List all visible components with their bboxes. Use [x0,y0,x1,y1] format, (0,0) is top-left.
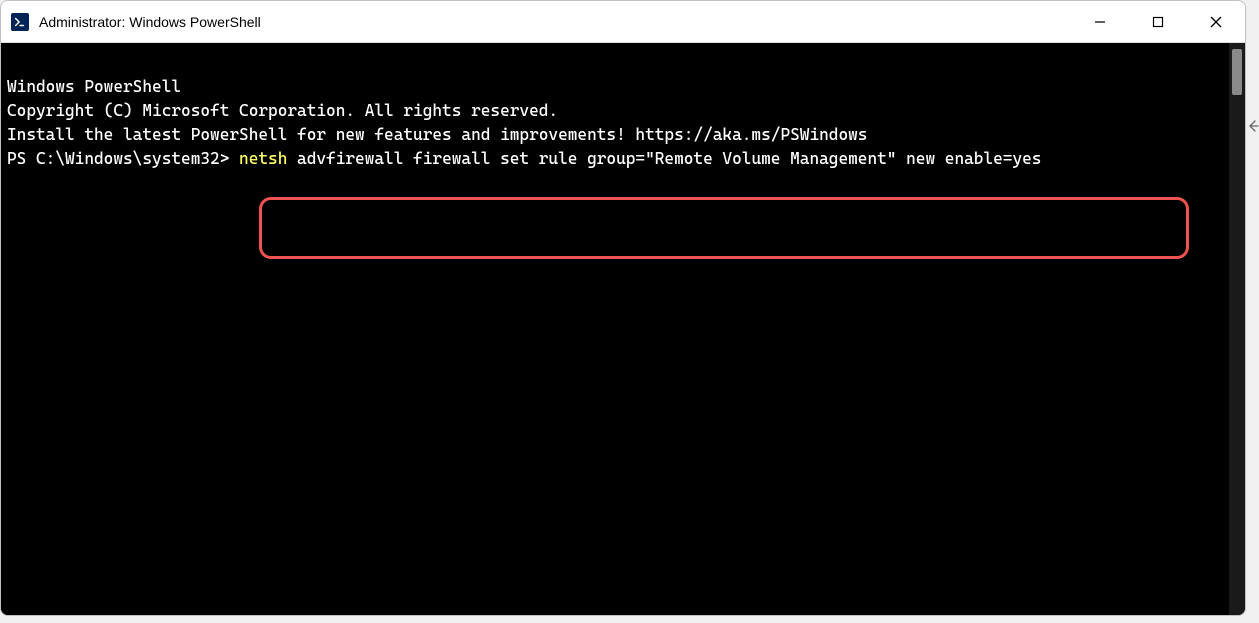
scrollbar-track[interactable] [1229,43,1245,615]
command-name: netsh [239,149,287,168]
prompt-text: PS C:\Windows\system32> [7,149,239,168]
prompt-line: PS C:\Windows\system32> netsh advfirewal… [7,147,1223,171]
resize-arrow-icon [1247,118,1259,134]
output-line: Install the latest PowerShell for new fe… [7,123,1223,147]
window-controls [1071,1,1245,42]
console-output[interactable]: Windows PowerShellCopyright (C) Microsof… [1,43,1229,615]
output-line: Copyright (C) Microsoft Corporation. All… [7,99,1223,123]
titlebar[interactable]: Administrator: Windows PowerShell [1,1,1245,43]
window-title: Administrator: Windows PowerShell [39,14,1071,30]
close-button[interactable] [1187,1,1245,42]
powershell-window: Administrator: Windows PowerShell Window… [0,0,1246,616]
command-args: advfirewall firewall set rule group="Rem… [287,149,1041,168]
minimize-button[interactable] [1071,1,1129,42]
console-area: Windows PowerShellCopyright (C) Microsof… [1,43,1245,615]
maximize-button[interactable] [1129,1,1187,42]
output-line: Windows PowerShell [7,75,1223,99]
powershell-icon [11,13,29,31]
scrollbar-thumb[interactable] [1232,49,1242,95]
annotation-highlight-box [259,197,1189,259]
